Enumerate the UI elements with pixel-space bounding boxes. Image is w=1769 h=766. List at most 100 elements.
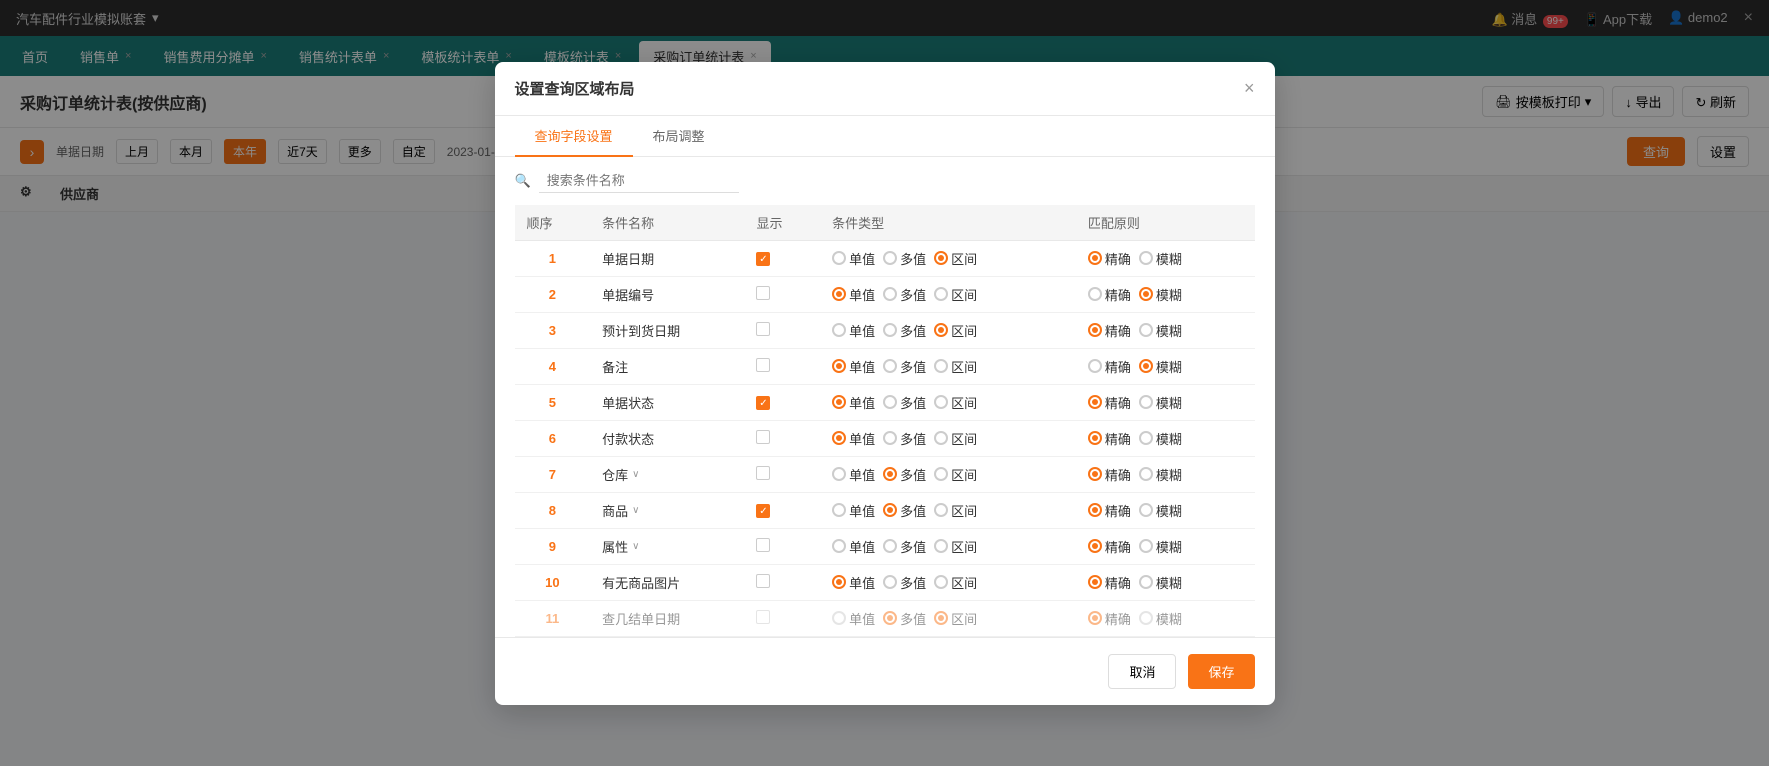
type-radio-多值[interactable]: 多值 [883,357,926,376]
row-display[interactable] [744,564,820,600]
row-display[interactable] [744,420,820,456]
type-radio-单值[interactable]: 单值 [832,357,875,376]
display-checkbox[interactable] [756,358,770,372]
type-radio-区间[interactable]: 区间 [934,249,977,268]
type-radio-区间[interactable]: 区间 [934,393,977,412]
radio-circle [832,575,846,589]
row-name: 仓库 ∨ [590,456,744,492]
modal-tab-query-fields[interactable]: 查询字段设置 [515,116,633,157]
type-radio-单值[interactable]: 单值 [832,321,875,340]
row-order: 11 [515,600,591,636]
type-radio-多值[interactable]: 多值 [883,429,926,448]
type-radio-区间[interactable]: 区间 [934,501,977,520]
modal-search-area: 🔍 [495,157,1275,205]
type-radio-区间[interactable]: 区间 [934,285,977,304]
match-radio-模糊[interactable]: 模糊 [1139,537,1182,556]
row-order: 10 [515,564,591,600]
radio-circle [1139,611,1153,625]
type-radio-单值[interactable]: 单值 [832,285,875,304]
type-radio-单值[interactable]: 单值 [832,609,875,628]
radio-circle [832,395,846,409]
display-checkbox[interactable]: ✓ [756,396,770,410]
match-radio-精确[interactable]: 精确 [1088,429,1131,448]
display-checkbox[interactable] [756,430,770,444]
radio-circle [1139,503,1153,517]
row-type: 单值多值区间 [820,312,1076,348]
type-radio-单值[interactable]: 单值 [832,537,875,556]
match-radio-精确[interactable]: 精确 [1088,357,1131,376]
condition-search-input[interactable] [539,169,739,193]
display-checkbox[interactable] [756,322,770,336]
match-radio-模糊[interactable]: 模糊 [1139,573,1182,592]
match-radio-模糊[interactable]: 模糊 [1139,357,1182,376]
type-radio-区间[interactable]: 区间 [934,465,977,484]
match-radio-模糊[interactable]: 模糊 [1139,429,1182,448]
display-checkbox[interactable]: ✓ [756,504,770,518]
match-radio-精确[interactable]: 精确 [1088,537,1131,556]
row-display[interactable]: ✓ [744,384,820,420]
type-radio-单值[interactable]: 单值 [832,573,875,592]
match-radio-模糊[interactable]: 模糊 [1139,249,1182,268]
type-radio-单值[interactable]: 单值 [832,501,875,520]
type-radio-多值[interactable]: 多值 [883,501,926,520]
type-radio-区间[interactable]: 区间 [934,321,977,340]
modal-tab-layout[interactable]: 布局调整 [633,116,725,157]
type-radio-区间[interactable]: 区间 [934,429,977,448]
display-checkbox[interactable] [756,286,770,300]
match-radio-精确[interactable]: 精确 [1088,501,1131,520]
modal-table-container: 顺序 条件名称 显示 条件类型 匹配原则 1单据日期✓单值多值区间精确模糊2单据… [495,205,1275,637]
type-radio-多值[interactable]: 多值 [883,537,926,556]
expand-icon[interactable]: ∨ [632,469,639,480]
type-radio-多值[interactable]: 多值 [883,573,926,592]
type-radio-多值[interactable]: 多值 [883,285,926,304]
type-radio-区间[interactable]: 区间 [934,573,977,592]
save-button[interactable]: 保存 [1188,654,1254,689]
display-checkbox[interactable]: ✓ [756,252,770,266]
match-radio-精确[interactable]: 精确 [1088,465,1131,484]
th-type: 条件类型 [820,205,1076,241]
type-radio-多值[interactable]: 多值 [883,609,926,628]
type-radio-单值[interactable]: 单值 [832,393,875,412]
modal-close-btn[interactable]: × [1244,79,1255,97]
type-radio-单值[interactable]: 单值 [832,249,875,268]
match-radio-精确[interactable]: 精确 [1088,321,1131,340]
row-display[interactable] [744,348,820,384]
display-checkbox[interactable] [756,574,770,588]
display-checkbox[interactable] [756,610,770,624]
row-display[interactable] [744,528,820,564]
display-checkbox[interactable] [756,538,770,552]
match-radio-精确[interactable]: 精确 [1088,609,1131,628]
cancel-button[interactable]: 取消 [1108,654,1176,689]
type-radio-区间[interactable]: 区间 [934,357,977,376]
match-radio-模糊[interactable]: 模糊 [1139,393,1182,412]
type-radio-多值[interactable]: 多值 [883,321,926,340]
row-display[interactable]: ✓ [744,492,820,528]
expand-icon[interactable]: ∨ [632,505,639,516]
match-radio-精确[interactable]: 精确 [1088,393,1131,412]
type-radio-区间[interactable]: 区间 [934,537,977,556]
type-radio-多值[interactable]: 多值 [883,465,926,484]
row-display[interactable] [744,600,820,636]
row-display[interactable] [744,456,820,492]
type-radio-多值[interactable]: 多值 [883,393,926,412]
match-radio-精确[interactable]: 精确 [1088,249,1131,268]
match-radio-精确[interactable]: 精确 [1088,573,1131,592]
match-radio-模糊[interactable]: 模糊 [1139,501,1182,520]
display-checkbox[interactable] [756,466,770,480]
radio-circle [1139,359,1153,373]
match-radio-模糊[interactable]: 模糊 [1139,609,1182,628]
expand-icon[interactable]: ∨ [632,541,639,552]
type-radio-多值[interactable]: 多值 [883,249,926,268]
match-radio-精确[interactable]: 精确 [1088,285,1131,304]
row-display[interactable]: ✓ [744,240,820,276]
row-display[interactable] [744,276,820,312]
type-radio-单值[interactable]: 单值 [832,429,875,448]
row-order: 9 [515,528,591,564]
match-radio-模糊[interactable]: 模糊 [1139,321,1182,340]
radio-circle [1139,287,1153,301]
match-radio-模糊[interactable]: 模糊 [1139,285,1182,304]
row-display[interactable] [744,312,820,348]
match-radio-模糊[interactable]: 模糊 [1139,465,1182,484]
type-radio-区间[interactable]: 区间 [934,609,977,628]
type-radio-单值[interactable]: 单值 [832,465,875,484]
